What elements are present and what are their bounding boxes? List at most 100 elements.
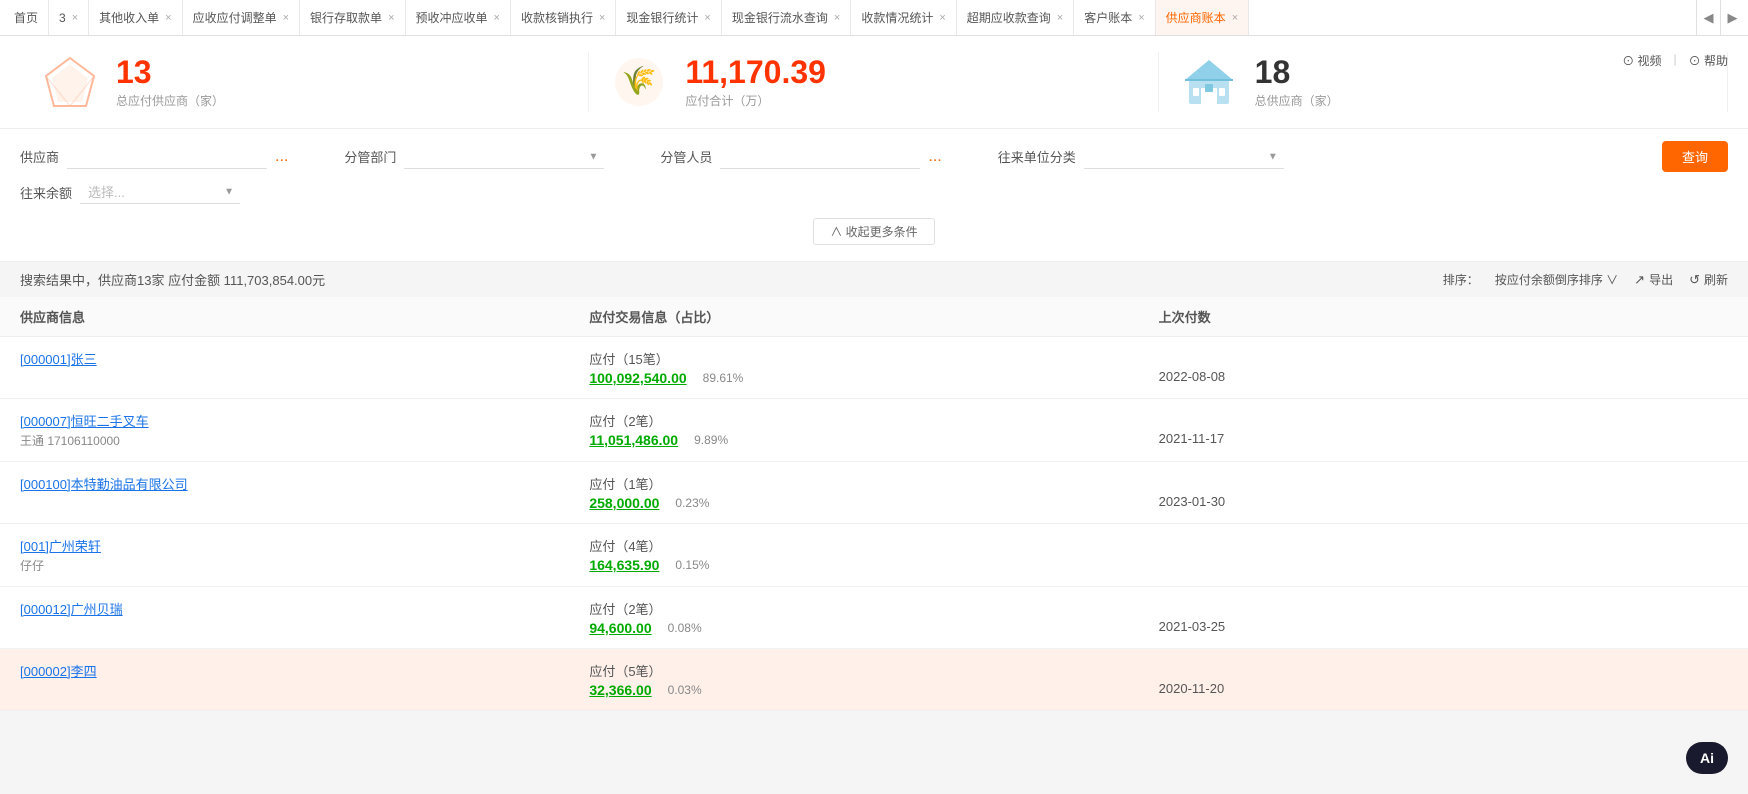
total-vendors-number: 18: [1255, 56, 1339, 88]
last-payment-cell-3: 2023-01-30: [1159, 474, 1444, 509]
nav-tab-vendor-ledger[interactable]: 供应商账本 ×: [1156, 0, 1249, 36]
category-input[interactable]: [1084, 145, 1284, 169]
nav-arrow-right[interactable]: ▶: [1720, 0, 1744, 36]
tx-count-2: 应付（2笔）: [589, 411, 1158, 430]
ai-badge[interactable]: Ai: [1686, 742, 1728, 774]
last-payment-date-1: 2022-08-08: [1159, 349, 1444, 384]
supplier-cell-6: [000002]李四: [20, 661, 589, 680]
nav-arrow-left[interactable]: ◀: [1696, 0, 1720, 36]
nav-tab-customer-ledger[interactable]: 客户账本 ×: [1074, 0, 1155, 36]
balance-input[interactable]: [80, 180, 240, 204]
filter-row-2: 往来余额 ▼: [20, 180, 1728, 204]
supplier-dots[interactable]: ...: [275, 148, 288, 166]
person-label: 分管人员: [660, 147, 712, 166]
tx-percent-3: 0.23%: [675, 496, 709, 510]
close-tab-other-income[interactable]: ×: [165, 12, 171, 24]
transaction-cell-1: 应付（15笔） 100,092,540.00 89.61%: [589, 349, 1158, 386]
help-link[interactable]: ⊙ 帮助: [1689, 52, 1728, 69]
nav-tab-overdue-ar[interactable]: 超期应收款查询 ×: [957, 0, 1074, 36]
nav-tab-cash-bank-stat[interactable]: 现金银行统计 ×: [616, 0, 721, 36]
close-tab-cash-bank-stat[interactable]: ×: [704, 12, 710, 24]
tx-amount-3[interactable]: 258,000.00: [589, 495, 659, 511]
sort-value[interactable]: 按应付余额倒序排序 ∨: [1495, 271, 1618, 288]
header-last-payment: 上次付数: [1159, 307, 1444, 326]
nav-tab-home[interactable]: 首页: [4, 0, 49, 36]
nav-tab-cash-bank-query[interactable]: 现金银行流水查询 ×: [722, 0, 851, 36]
export-icon: ↗: [1634, 272, 1645, 288]
supplier-link-6[interactable]: [000002]李四: [20, 664, 97, 679]
tx-amount-5[interactable]: 94,600.00: [589, 620, 651, 636]
nav-tab-receipt-verify[interactable]: 收款核销执行 ×: [511, 0, 616, 36]
wheat-icon: 🌾: [609, 52, 669, 112]
tx-amount-1[interactable]: 100,092,540.00: [589, 370, 686, 386]
tx-percent-5: 0.08%: [668, 621, 702, 635]
close-tab-receipt-stat[interactable]: ×: [939, 12, 945, 24]
collapse-button[interactable]: ∧ 收起更多条件: [813, 218, 934, 245]
query-button[interactable]: 查询: [1662, 141, 1728, 172]
close-tab-ar-ap-adjust[interactable]: ×: [283, 12, 289, 24]
supplier-sub-4: 仔仔: [20, 557, 589, 574]
close-tab-overdue-ar[interactable]: ×: [1057, 12, 1063, 24]
person-input[interactable]: [720, 145, 920, 169]
close-tab-vendor-ledger[interactable]: ×: [1232, 12, 1238, 24]
result-summary-text: 搜索结果中，供应商13家 应付金额 111,703,854.00元: [20, 270, 325, 289]
last-payment-date-2: 2021-11-17: [1159, 411, 1444, 446]
supplier-link-4[interactable]: [001]广州荣轩: [20, 539, 101, 554]
card-info-total-vendors: 18 总供应商（家）: [1255, 56, 1339, 109]
ap-vendors-number: 13: [116, 56, 224, 88]
tx-amount-4[interactable]: 164,635.90: [589, 557, 659, 573]
dept-label: 分管部门: [344, 147, 396, 166]
nav-tab-other-income[interactable]: 其他收入单 ×: [89, 0, 182, 36]
table-row: [000100]本特勤油品有限公司 应付（1笔） 258,000.00 0.23…: [0, 462, 1748, 524]
person-filter-item: 分管人员 ...: [660, 145, 941, 169]
close-tab-bank-deposit[interactable]: ×: [388, 12, 394, 24]
nav-tab-ar-ap-adjust[interactable]: 应收应付调整单 ×: [183, 0, 300, 36]
refresh-button[interactable]: ↺ 刷新: [1689, 271, 1728, 288]
last-payment-date-4: [1159, 536, 1444, 556]
close-tab-receipt-verify[interactable]: ×: [599, 12, 605, 24]
table-row: [001]广州荣轩 仔仔 应付（4笔） 164,635.90 0.15%: [0, 524, 1748, 587]
tx-count-3: 应付（1笔）: [589, 474, 1158, 493]
balance-label: 往来余额: [20, 183, 72, 202]
ap-amount-number: 11,170.39: [685, 56, 826, 88]
tx-row-2: 11,051,486.00 9.89%: [589, 432, 1158, 448]
video-link[interactable]: ⊙ 视频: [1622, 52, 1661, 69]
result-actions: 排序： 按应付余额倒序排序 ∨ ↗ 导出 ↺ 刷新: [1443, 271, 1728, 288]
filter-area: 供应商 ... 分管部门 ▼ 分管人员 ... 往来单位分类 ▼ 查询 往来: [0, 129, 1748, 262]
tx-amount-6[interactable]: 32,366.00: [589, 682, 651, 698]
ap-amount-label: 应付合计（万）: [685, 92, 826, 109]
last-payment-date-6: 2020-11-20: [1159, 661, 1444, 696]
export-button[interactable]: ↗ 导出: [1634, 271, 1673, 288]
dept-input[interactable]: [404, 145, 604, 169]
supplier-link-5[interactable]: [000012]广州贝瑞: [20, 602, 123, 617]
tx-count-4: 应付（4笔）: [589, 536, 1158, 555]
divider: |: [1674, 52, 1677, 69]
table-row: [000001]张三 应付（15笔） 100,092,540.00 89.61%…: [0, 337, 1748, 399]
tx-amount-2[interactable]: 11,051,486.00: [589, 432, 678, 448]
table-row: [000012]广州贝瑞 应付（2笔） 94,600.00 0.08% 2021…: [0, 587, 1748, 649]
last-payment-cell-2: 2021-11-17: [1159, 411, 1444, 446]
close-tab-cash-bank-query[interactable]: ×: [834, 12, 840, 24]
last-payment-date-5: 2021-03-25: [1159, 599, 1444, 634]
nav-tab-advance-ar[interactable]: 预收冲应收单 ×: [406, 0, 511, 36]
supplier-link-2[interactable]: [000007]恒旺二手叉车: [20, 414, 149, 429]
svg-text:🌾: 🌾: [622, 65, 657, 96]
supplier-sub-2: 王通 17106110000: [20, 432, 589, 449]
person-dots[interactable]: ...: [928, 148, 941, 166]
transaction-cell-4: 应付（4笔） 164,635.90 0.15%: [589, 536, 1158, 573]
nav-tab-receipt-stat[interactable]: 收款情况统计 ×: [851, 0, 956, 36]
supplier-link-1[interactable]: [000001]张三: [20, 352, 97, 367]
transaction-cell-6: 应付（5笔） 32,366.00 0.03%: [589, 661, 1158, 698]
nav-tab-3[interactable]: 3 ×: [49, 0, 89, 36]
nav-tab-bank-deposit[interactable]: 银行存取款单 ×: [300, 0, 405, 36]
supplier-input[interactable]: [67, 145, 267, 169]
close-tab-advance-ar[interactable]: ×: [494, 12, 500, 24]
supplier-cell-1: [000001]张三: [20, 349, 589, 368]
close-tab-3[interactable]: ×: [72, 12, 78, 24]
refresh-icon: ↺: [1689, 272, 1700, 288]
supplier-link-3[interactable]: [000100]本特勤油品有限公司: [20, 477, 188, 492]
tx-row-4: 164,635.90 0.15%: [589, 557, 1158, 573]
collapse-button-area: ∧ 收起更多条件: [20, 212, 1728, 249]
close-tab-customer-ledger[interactable]: ×: [1138, 12, 1144, 24]
tx-row-5: 94,600.00 0.08%: [589, 620, 1158, 636]
